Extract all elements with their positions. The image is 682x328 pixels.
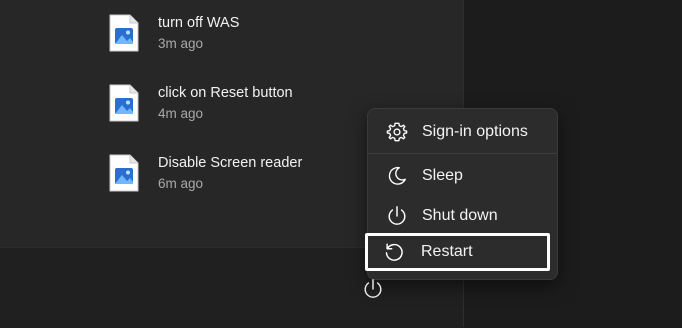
power-icon [388, 206, 406, 225]
recent-item-time: 6m ago [158, 176, 204, 191]
recent-item-title: turn off WAS [158, 15, 240, 31]
menu-item-label: Restart [421, 243, 473, 260]
gear-icon [386, 122, 408, 142]
recent-item-title: click on Reset button [158, 85, 293, 101]
moon-icon [388, 166, 406, 185]
recent-item-time: 4m ago [158, 106, 204, 121]
menu-item-label: Shut down [422, 207, 498, 224]
recent-item-time: 3m ago [158, 36, 204, 51]
sign-in-options-item[interactable]: Sign-in options [372, 114, 553, 150]
recent-item[interactable]: turn off WAS 3m ago [108, 14, 408, 58]
restart-icon [385, 243, 403, 261]
menu-divider [368, 153, 557, 154]
menu-item-label: Sign-in options [422, 123, 528, 140]
image-file-icon [109, 84, 139, 122]
power-icon[interactable] [362, 278, 384, 300]
recent-item-title: Disable Screen reader [158, 155, 303, 171]
restart-item[interactable]: Restart [365, 233, 550, 271]
image-file-icon [109, 154, 139, 192]
image-file-icon [109, 14, 139, 52]
menu-item-label: Sleep [422, 167, 463, 184]
shut-down-item[interactable]: Shut down [372, 198, 553, 234]
sleep-item[interactable]: Sleep [372, 158, 553, 194]
power-menu: Sign-in options Sleep Shut down Restart [365, 108, 558, 280]
recent-item[interactable]: click on Reset button 4m ago [108, 84, 408, 128]
recent-item[interactable]: Disable Screen reader 6m ago [108, 154, 408, 198]
